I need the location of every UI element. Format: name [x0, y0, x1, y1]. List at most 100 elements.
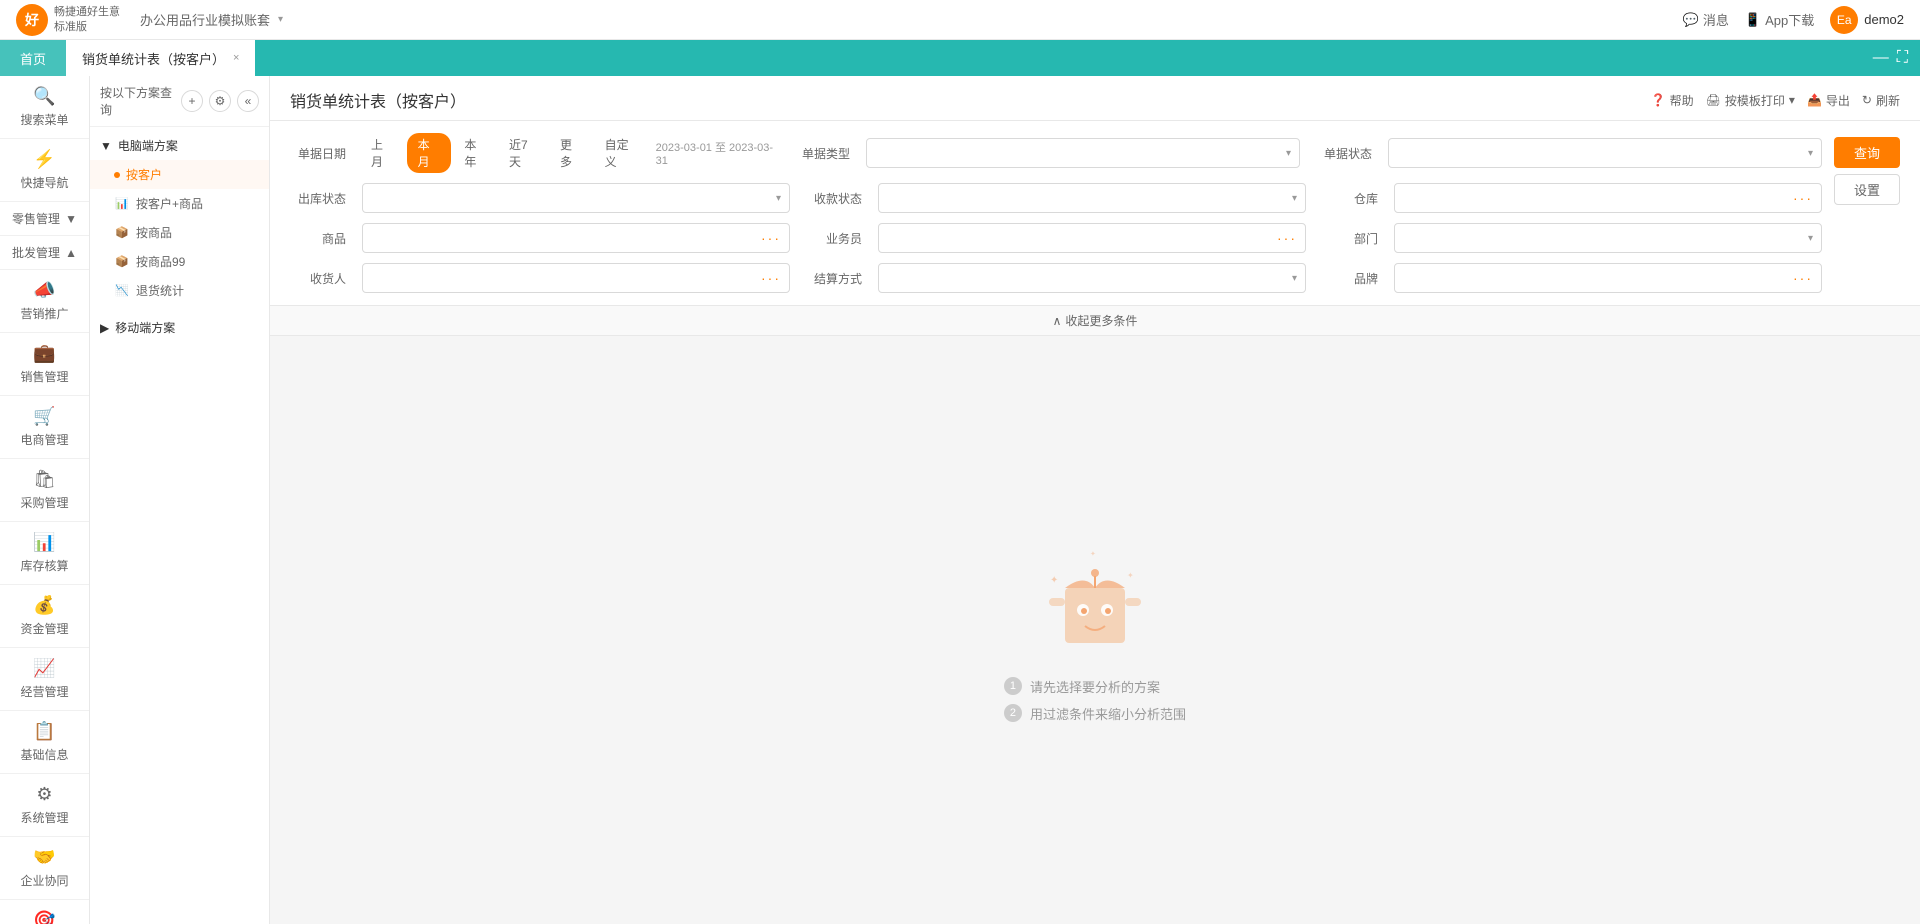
active-indicator	[114, 172, 120, 178]
receiver-input[interactable]: ···	[362, 263, 790, 293]
search-icon: 🔍	[33, 86, 55, 107]
purchase-icon: 🛍	[33, 469, 56, 490]
warehouse-dots: ···	[1793, 190, 1813, 206]
dept-chevron: ▾	[1808, 233, 1813, 244]
scheme-group-mobile: ▶ 移动端方案	[90, 309, 269, 346]
panel-header-actions: + ⚙ «	[181, 90, 259, 112]
date-btn-custom[interactable]: 自定义	[596, 133, 648, 173]
page-actions: ❓ 帮助 🖨 按模板打印 ▾ 📤 导出 ↻ 刷新	[1651, 92, 1900, 109]
out-status-select[interactable]: ▾	[362, 183, 790, 213]
scheme-group-desktop-header[interactable]: ▼ 电脑端方案	[90, 131, 269, 160]
order-type-select[interactable]: ▾	[866, 138, 1300, 168]
app-download-btn[interactable]: 📱 App下载	[1745, 10, 1814, 29]
payment-select[interactable]: ▾	[878, 263, 1306, 293]
finance-icon: 💰	[33, 595, 55, 616]
scheme-item-by-product[interactable]: 📦 按商品	[90, 218, 269, 247]
date-btn-more[interactable]: 更多	[551, 133, 592, 173]
tab-bar: 首页 销货单统计表（按客户） × — ⛶	[0, 40, 1920, 76]
username-label: demo2	[1864, 12, 1904, 27]
maximize-btn[interactable]: ⛶	[1897, 49, 1908, 67]
empty-illustration: ✦ ✦ ✦	[1035, 538, 1155, 661]
print-btn[interactable]: 🖨 按模板打印 ▾	[1706, 92, 1795, 109]
sidebar-item-quicknav[interactable]: ⚡ 快捷导航	[0, 139, 89, 202]
inventory-icon: 📊	[33, 532, 55, 553]
empty-tip-2: 2 用过滤条件来缩小分析范围	[1004, 704, 1186, 723]
warehouse-input[interactable]: ···	[1394, 183, 1822, 213]
sidebar-item-wholesale[interactable]: 批发管理▲	[0, 236, 89, 270]
header-right: 💬 消息 📱 App下载 Ea demo2	[1683, 6, 1904, 34]
sidebar-item-inventory[interactable]: 📊 库存核算	[0, 522, 89, 585]
dept-select[interactable]: ▾	[1394, 223, 1822, 253]
order-status-label: 单据状态	[1316, 145, 1372, 162]
receiver-label: 收货人	[290, 270, 346, 287]
scheme-add-btn[interactable]: +	[181, 90, 203, 112]
tip-num-1: 1	[1004, 677, 1022, 695]
robot-svg: ✦ ✦ ✦	[1035, 538, 1155, 658]
receiver-dots: ···	[761, 270, 781, 286]
operations-icon: 📈	[33, 658, 55, 679]
message-icon: 💬	[1683, 12, 1699, 28]
salesperson-label: 业务员	[806, 230, 862, 247]
product-dots: ···	[761, 230, 781, 246]
user-area[interactable]: Ea demo2	[1830, 6, 1904, 34]
order-status-select[interactable]: ▾	[1388, 138, 1822, 168]
tab-active[interactable]: 销货单统计表（按客户） ×	[66, 40, 255, 76]
sidebar-item-enterprise[interactable]: 🤝 企业协同	[0, 837, 89, 900]
scheme-item-by-product99[interactable]: 📦 按商品99	[90, 247, 269, 276]
sidebar-item-basic[interactable]: 📋 基础信息	[0, 711, 89, 774]
salesperson-input[interactable]: ···	[878, 223, 1306, 253]
filter-area: 单据日期 上月 本月 本年 近7天 更多 自定义 2023-03-01 至 20…	[270, 121, 1920, 306]
scheme-item-by-customer-product[interactable]: 📊 按客户+商品	[90, 189, 269, 218]
system-dropdown-arrow[interactable]: ▾	[278, 14, 283, 25]
tab-home[interactable]: 首页	[0, 40, 66, 76]
order-type-label: 单据类型	[794, 145, 850, 162]
print-dropdown-icon: ▾	[1789, 93, 1795, 107]
system-title: 办公用品行业模拟账套	[140, 10, 270, 29]
help-btn[interactable]: ❓ 帮助	[1651, 92, 1694, 109]
sidebar-item-retail[interactable]: 零售管理▼	[0, 202, 89, 236]
brand-dots: ···	[1793, 270, 1813, 286]
sidebar-item-operations[interactable]: 📈 经营管理	[0, 648, 89, 711]
sidebar-item-purchase[interactable]: 🛍 采购管理	[0, 459, 89, 522]
date-btn-7days[interactable]: 近7天	[500, 133, 547, 173]
sidebar-item-newuser[interactable]: 🎯 新手引导	[0, 900, 89, 924]
sidebar-item-system[interactable]: ⚙ 系统管理	[0, 774, 89, 837]
tab-close-btn[interactable]: ×	[233, 52, 239, 64]
scheme-group-mobile-header[interactable]: ▶ 移动端方案	[90, 313, 269, 342]
mobile-arrow: ▶	[100, 321, 109, 335]
collapse-bar[interactable]: ∧ 收起更多条件	[270, 306, 1920, 336]
newuser-icon: 🎯	[33, 910, 55, 924]
message-btn[interactable]: 💬 消息	[1683, 10, 1729, 29]
filter-row-2: 出库状态 ▾ 收款状态 ▾ 仓库	[290, 183, 1822, 213]
sidebar: 🔍 搜索菜单 ⚡ 快捷导航 零售管理▼ 批发管理▲ 📣 营销推广 💼 销售管理 …	[0, 76, 90, 924]
export-icon: 📤	[1807, 93, 1822, 107]
sidebar-item-finance[interactable]: 💰 资金管理	[0, 585, 89, 648]
scheme-group-desktop: ▼ 电脑端方案 按客户 📊 按客户+商品 📦 按商品 📦 按商品99	[90, 127, 269, 309]
refresh-btn[interactable]: ↻ 刷新	[1862, 92, 1900, 109]
settings-btn[interactable]: 设置	[1834, 174, 1900, 205]
receipt-status-label: 收款状态	[806, 190, 862, 207]
sidebar-item-marketing[interactable]: 📣 营销推广	[0, 270, 89, 333]
date-btn-last-month[interactable]: 上月	[362, 133, 403, 173]
sidebar-item-search[interactable]: 🔍 搜索菜单	[0, 76, 89, 139]
date-btn-this-month[interactable]: 本月	[407, 133, 452, 173]
product-input[interactable]: ···	[362, 223, 790, 253]
sidebar-item-sales[interactable]: 💼 销售管理	[0, 333, 89, 396]
collapse-arrow: ∧	[1053, 314, 1062, 328]
scheme-settings-btn[interactable]: ⚙	[209, 90, 231, 112]
date-btn-this-year[interactable]: 本年	[455, 133, 496, 173]
minimize-btn[interactable]: —	[1873, 49, 1889, 67]
print-icon: 🖨	[1706, 93, 1721, 107]
product-label: 商品	[290, 230, 346, 247]
scheme-icon4: 📉	[114, 283, 130, 299]
scheme-item-by-customer[interactable]: 按客户	[90, 160, 269, 189]
sidebar-item-ecommerce[interactable]: 🛒 电商管理	[0, 396, 89, 459]
receipt-status-select[interactable]: ▾	[878, 183, 1306, 213]
scheme-collapse-btn[interactable]: «	[237, 90, 259, 112]
brand-input[interactable]: ···	[1394, 263, 1822, 293]
export-btn[interactable]: 📤 导出	[1807, 92, 1850, 109]
tab-expand-area: — ⛶	[1873, 49, 1920, 67]
svg-text:✦: ✦	[1050, 575, 1058, 586]
query-btn[interactable]: 查询	[1834, 137, 1900, 168]
scheme-item-return-stats[interactable]: 📉 退货统计	[90, 276, 269, 305]
